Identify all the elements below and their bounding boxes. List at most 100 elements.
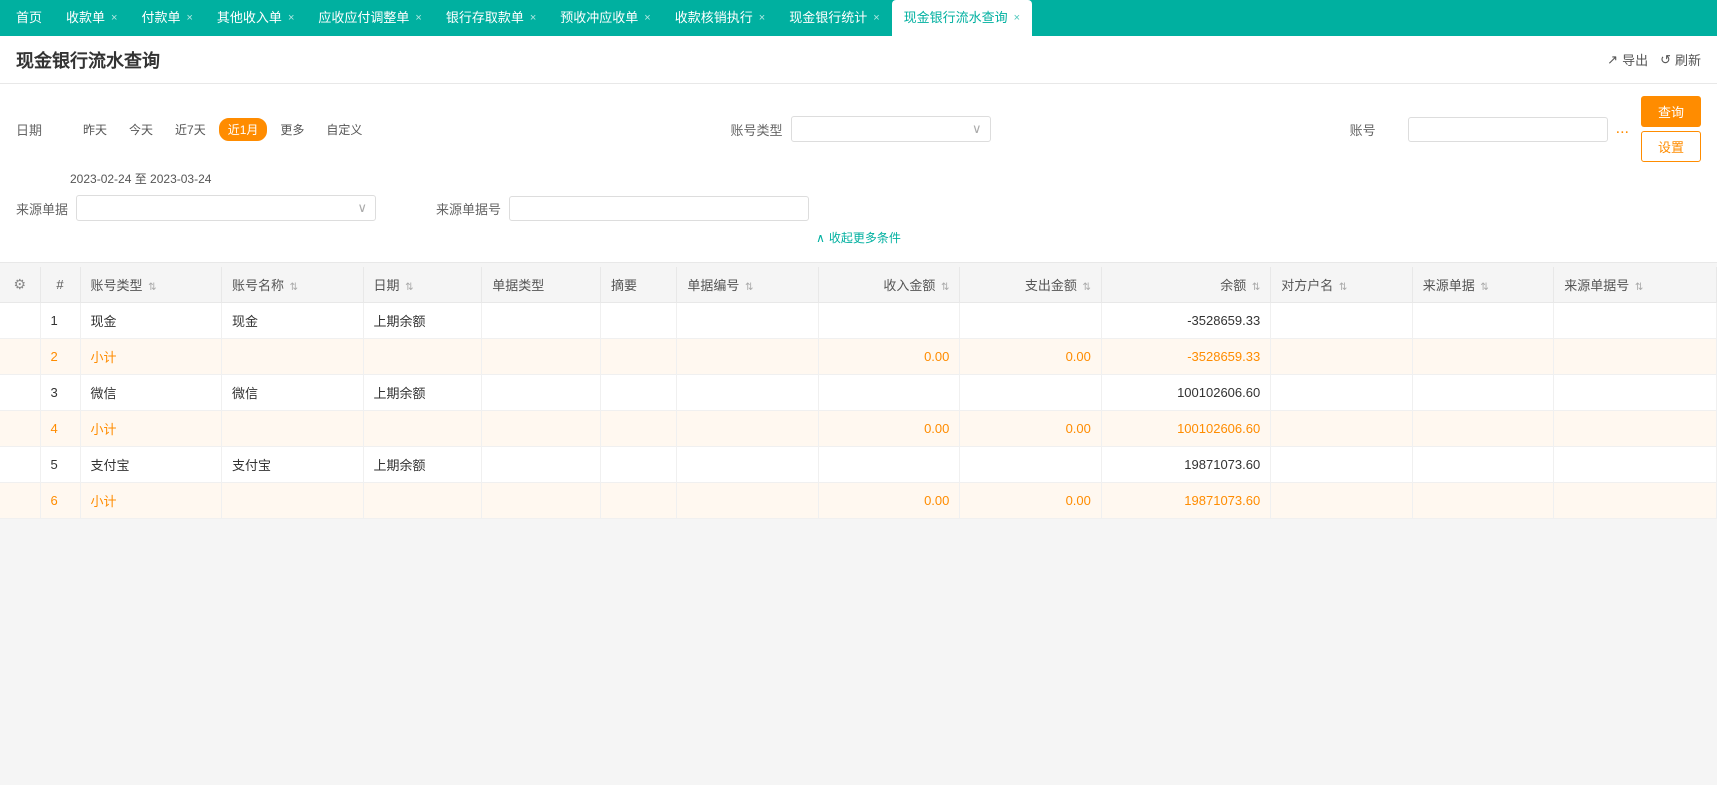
column-account-name[interactable]: 账号名称 ⇅: [222, 267, 364, 303]
cell-date: 上期余额: [363, 447, 482, 483]
cell-gear: [0, 447, 40, 483]
cell-balance: 19871073.60: [1101, 483, 1270, 519]
sort-income-icon: ⇅: [941, 282, 949, 293]
column-expense[interactable]: 支出金额 ⇅: [960, 267, 1102, 303]
close-flow-icon[interactable]: ×: [1014, 0, 1020, 36]
close-prepay-icon[interactable]: ×: [644, 0, 650, 36]
table-row: 1现金现金上期余额-3528659.33: [0, 303, 1717, 339]
close-bank-deposit-icon[interactable]: ×: [530, 0, 536, 36]
cell-account-type: 小计: [80, 339, 222, 375]
cell-doc-type: [482, 411, 601, 447]
export-icon: ↗: [1607, 52, 1618, 68]
date-filter-label: 日期: [16, 120, 66, 139]
cell-account-name: [222, 339, 364, 375]
close-receipts-icon[interactable]: ×: [111, 0, 117, 36]
cell-income: [818, 375, 960, 411]
sort-balance-icon: ⇅: [1252, 282, 1260, 293]
close-stats-icon[interactable]: ×: [873, 0, 879, 36]
cell-income: [818, 447, 960, 483]
date-yesterday[interactable]: 昨天: [74, 118, 116, 141]
nav-cash-bank-flow[interactable]: 现金银行流水查询 ×: [892, 0, 1032, 36]
collapse-bar[interactable]: ∧ 收起更多条件: [16, 225, 1701, 250]
column-income[interactable]: 收入金额 ⇅: [818, 267, 960, 303]
cell-summary: [600, 339, 676, 375]
account-input[interactable]: [1408, 117, 1608, 142]
column-doc-no[interactable]: 单据编号 ⇅: [677, 267, 819, 303]
nav-other-income[interactable]: 其他收入单 ×: [205, 0, 306, 36]
account-type-select[interactable]: ∨: [791, 116, 991, 142]
nav-collection-exec[interactable]: 收款核销执行 ×: [663, 0, 777, 36]
column-doc-type: 单据类型: [482, 267, 601, 303]
refresh-icon: ↺: [1660, 52, 1671, 68]
nav-cash-bank-stats[interactable]: 现金银行统计 ×: [777, 0, 891, 36]
column-account-type[interactable]: 账号类型 ⇅: [80, 267, 222, 303]
cell-no: 2: [40, 339, 80, 375]
sort-source-doc-icon: ⇅: [1480, 282, 1488, 293]
cell-doc-no: [677, 339, 819, 375]
source-doc-select[interactable]: ∨: [76, 195, 376, 221]
close-payments-icon[interactable]: ×: [186, 0, 192, 36]
nav-prepay-offset[interactable]: 预收冲应收单 ×: [548, 0, 662, 36]
column-no: #: [40, 267, 80, 303]
cell-doc-type: [482, 375, 601, 411]
column-source-doc-no[interactable]: 来源单据号 ⇅: [1554, 267, 1717, 303]
account-dots-button[interactable]: ...: [1612, 120, 1633, 138]
cell-source-doc: [1412, 411, 1554, 447]
cell-expense: [960, 303, 1102, 339]
nav-bank-deposit[interactable]: 银行存取款单 ×: [434, 0, 548, 36]
column-balance[interactable]: 余额 ⇅: [1101, 267, 1270, 303]
nav-payments[interactable]: 付款单 ×: [129, 0, 204, 36]
header-actions: ↗ 导出 ↺ 刷新: [1607, 50, 1701, 69]
sort-account-name-icon: ⇅: [290, 282, 298, 293]
date-1month[interactable]: 近1月: [219, 118, 268, 141]
cell-counterparty: [1271, 303, 1413, 339]
sort-doc-no-icon: ⇅: [745, 282, 753, 293]
cell-date: 上期余额: [363, 375, 482, 411]
close-other-income-icon[interactable]: ×: [288, 0, 294, 36]
cell-no: 1: [40, 303, 80, 339]
cell-gear: [0, 483, 40, 519]
cell-expense: 0.00: [960, 483, 1102, 519]
table-settings-icon[interactable]: ⚙: [13, 276, 26, 292]
nav-receipts[interactable]: 收款单 ×: [54, 0, 129, 36]
source-doc-label: 来源单据: [16, 199, 68, 218]
cell-account-type: 现金: [80, 303, 222, 339]
source-doc-no-input[interactable]: [509, 196, 809, 221]
cell-expense: 0.00: [960, 411, 1102, 447]
date-today[interactable]: 今天: [120, 118, 162, 141]
date-custom[interactable]: 自定义: [317, 118, 371, 141]
cell-summary: [600, 411, 676, 447]
close-collection-icon[interactable]: ×: [759, 0, 765, 36]
cell-doc-no: [677, 483, 819, 519]
source-doc-filter: 来源单据 ∨: [16, 195, 376, 221]
cell-doc-type: [482, 483, 601, 519]
cell-gear: [0, 303, 40, 339]
nav-home[interactable]: 首页: [4, 0, 54, 36]
cell-source-doc-no: [1554, 483, 1717, 519]
settings-button[interactable]: 设置: [1641, 131, 1701, 162]
cell-account-name: [222, 483, 364, 519]
cell-counterparty: [1271, 447, 1413, 483]
refresh-button[interactable]: ↺ 刷新: [1660, 50, 1701, 69]
cell-counterparty: [1271, 411, 1413, 447]
query-button[interactable]: 查询: [1641, 96, 1701, 127]
sort-date-icon: ⇅: [405, 282, 413, 293]
column-date[interactable]: 日期 ⇅: [363, 267, 482, 303]
cell-source-doc: [1412, 483, 1554, 519]
column-counterparty[interactable]: 对方户名 ⇅: [1271, 267, 1413, 303]
cell-counterparty: [1271, 375, 1413, 411]
cell-source-doc: [1412, 375, 1554, 411]
data-table: ⚙ # 账号类型 ⇅ 账号名称 ⇅ 日期 ⇅ 单据类型 摘要 单据编: [0, 267, 1717, 519]
nav-ar-ap-adjust[interactable]: 应收应付调整单 ×: [306, 0, 433, 36]
cell-account-type: 小计: [80, 411, 222, 447]
page-header: 现金银行流水查询 ↗ 导出 ↺ 刷新: [0, 36, 1717, 84]
table-row: 4小计0.000.00100102606.60: [0, 411, 1717, 447]
date-more[interactable]: 更多: [271, 118, 313, 141]
column-source-doc[interactable]: 来源单据 ⇅: [1412, 267, 1554, 303]
page-title: 现金银行流水查询: [16, 47, 160, 73]
table-row: 6小计0.000.0019871073.60: [0, 483, 1717, 519]
close-ar-ap-icon[interactable]: ×: [415, 0, 421, 36]
date-7days[interactable]: 近7天: [166, 118, 215, 141]
export-button[interactable]: ↗ 导出: [1607, 50, 1648, 69]
cell-doc-no: [677, 411, 819, 447]
